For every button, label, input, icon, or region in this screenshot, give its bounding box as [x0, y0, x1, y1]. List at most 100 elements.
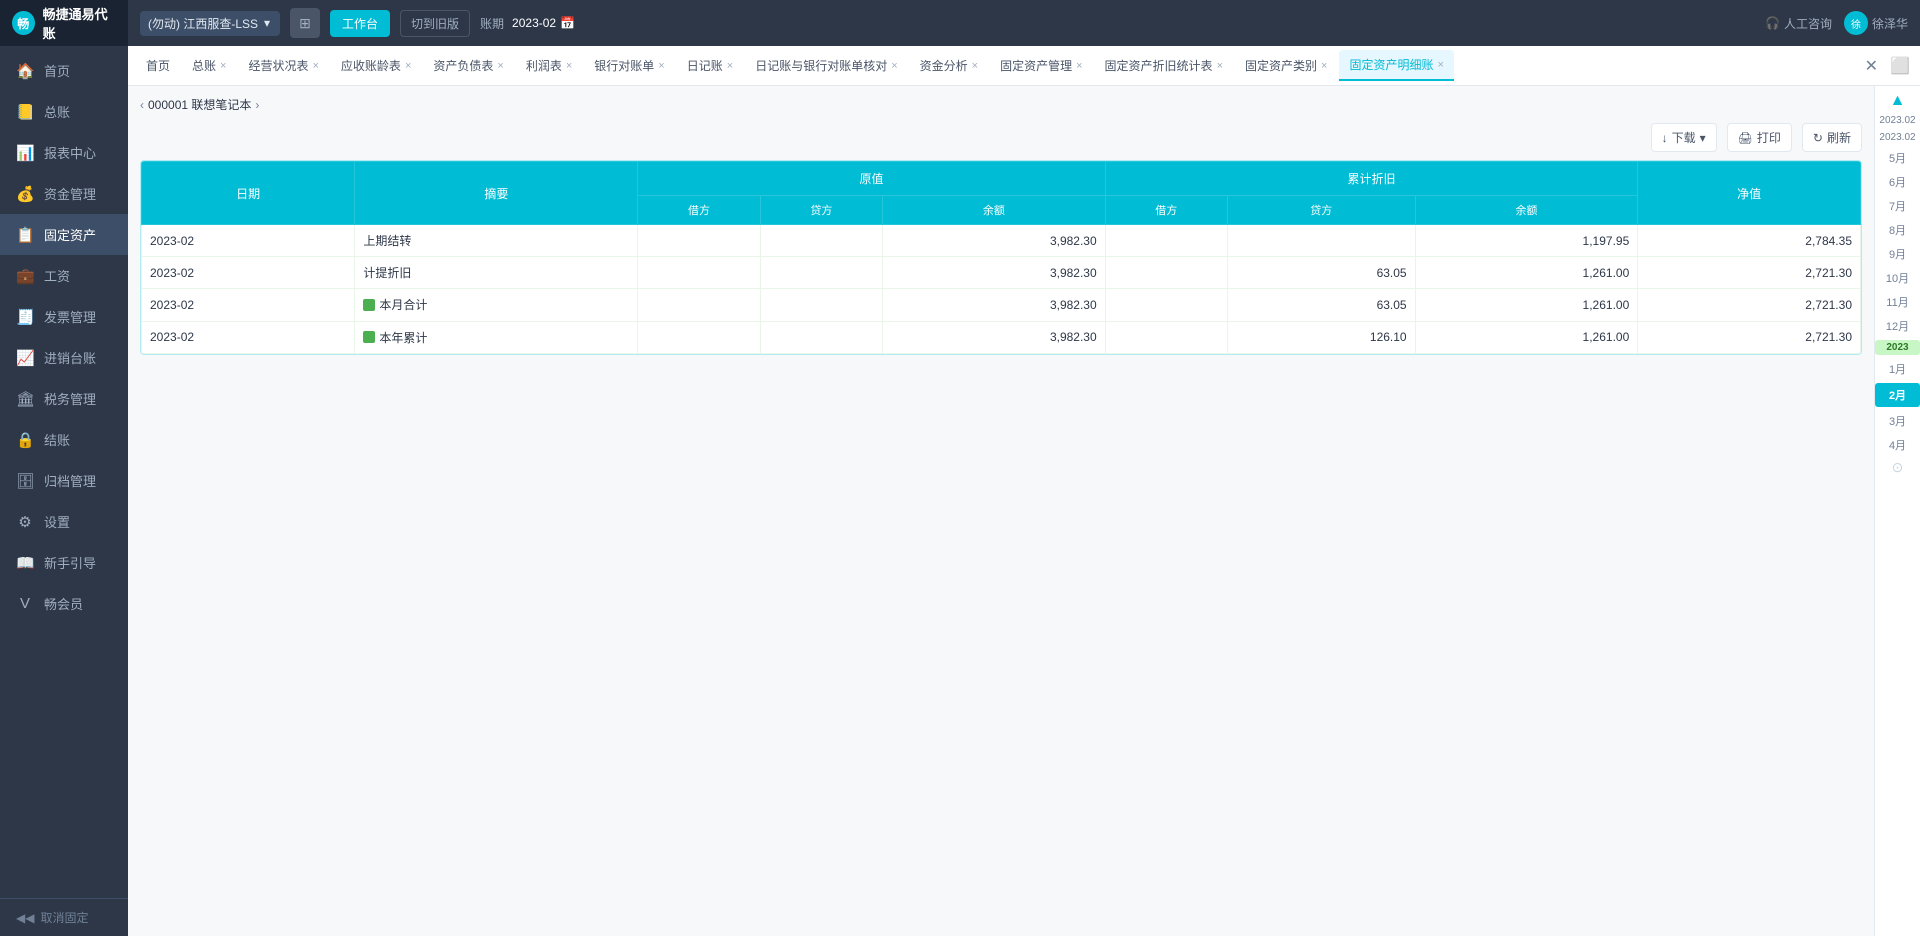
sidebar-item-label: 工资: [44, 266, 70, 285]
tab-balance[interactable]: 资产负债表 ×: [423, 51, 513, 80]
sidebar-item-label: 首页: [44, 61, 70, 80]
sidebar-item-assets[interactable]: 📋 固定资产: [0, 214, 128, 255]
sidebar-item-archive[interactable]: 🗄 归档管理: [0, 460, 128, 501]
sidebar-item-vip[interactable]: V 畅会员: [0, 583, 128, 624]
tab-close-ledger[interactable]: ×: [220, 60, 226, 72]
support-button[interactable]: 🎧 人工咨询: [1765, 15, 1832, 32]
topbar: (勿动) 江西服查-LSS ▾ ⊞ 工作台 切到旧版 账期 2023-02 📅 …: [128, 0, 1920, 46]
download-button[interactable]: ↓ 下载 ▾: [1651, 123, 1717, 152]
company-name: (勿动) 江西服查-LSS: [148, 15, 258, 32]
sidebar-item-settings[interactable]: ⚙ 设置: [0, 501, 128, 542]
timeline-month-7[interactable]: 7月: [1875, 194, 1920, 218]
th-orig-balance: 余额: [883, 196, 1106, 225]
archive-icon: 🗄: [16, 472, 34, 490]
tab-close-cashflow[interactable]: ×: [972, 60, 978, 72]
sidebar-item-label: 进销台账: [44, 348, 96, 367]
sidebar-item-guide[interactable]: 📖 新手引导: [0, 542, 128, 583]
cell-date: 2023-02: [142, 257, 355, 289]
tab-close-reconcile[interactable]: ×: [891, 60, 897, 72]
timeline-year-2023: 2023: [1875, 340, 1920, 355]
tab-reconcile[interactable]: 日记账与银行对账单核对 ×: [745, 51, 907, 80]
timeline-month-4[interactable]: 4月: [1875, 433, 1920, 457]
tab-close-status[interactable]: ×: [312, 60, 318, 72]
close-all-tabs-button[interactable]: ✕: [1863, 54, 1880, 78]
sidebar-item-tax[interactable]: 🏛 税务管理: [0, 378, 128, 419]
tab-profit[interactable]: 利润表 ×: [516, 51, 582, 80]
timeline-month-12[interactable]: 12月: [1875, 314, 1920, 338]
cell-orig-credit: [760, 257, 882, 289]
cell-acc-balance: 1,197.95: [1415, 225, 1638, 257]
switch-version-button[interactable]: 切到旧版: [400, 10, 470, 37]
invoice-icon: 🧾: [16, 308, 34, 326]
calendar-icon[interactable]: 📅: [560, 16, 575, 30]
tab-depreciation[interactable]: 固定资产折旧统计表 ×: [1095, 51, 1233, 80]
table-row: 2023-02 本年累计 3,982.30 126.10 1,261.00 2,…: [142, 321, 1861, 354]
tab-close-profit[interactable]: ×: [566, 60, 572, 72]
sidebar-footer[interactable]: ◀◀ 取消固定: [0, 898, 128, 936]
timeline-month-1[interactable]: 1月: [1875, 357, 1920, 381]
period-label: 账期 2023-02 📅: [480, 15, 575, 32]
sidebar-item-reports[interactable]: 📊 报表中心: [0, 132, 128, 173]
timeline-month-10[interactable]: 10月: [1875, 266, 1920, 290]
right-timeline-panel: ▲ 2023.02 2023.02 5月 6月 7月 8月 9月 10月 11月…: [1874, 86, 1920, 936]
sidebar-item-invoice[interactable]: 🧾 发票管理: [0, 296, 128, 337]
timeline-month-2-active[interactable]: 2月: [1875, 383, 1920, 407]
th-description: 摘要: [355, 162, 638, 225]
asset-detail-table: 日期 摘要 原值 累计折旧 净值 借方 贷方 余额 借方 贷方 余额: [140, 160, 1862, 355]
copy-button[interactable]: ⊞: [290, 8, 320, 38]
sidebar-item-home[interactable]: 🏠 首页: [0, 50, 128, 91]
breadcrumb-prev[interactable]: ‹: [140, 98, 144, 112]
tab-close-asset-mgmt[interactable]: ×: [1076, 60, 1082, 72]
th-net-value: 净值: [1638, 162, 1861, 225]
sidebar-nav: 🏠 首页 📒 总账 📊 报表中心 💰 资金管理 📋 固定资产 💼 工资 🧾 发票…: [0, 46, 128, 898]
tab-asset-detail[interactable]: 固定资产明细账 ×: [1339, 50, 1453, 81]
th-accumulated-depreciation: 累计折旧: [1105, 162, 1638, 196]
tab-close-asset-detail[interactable]: ×: [1437, 59, 1443, 71]
refresh-button[interactable]: ↻ 刷新: [1802, 123, 1862, 152]
timeline-month-9[interactable]: 9月: [1875, 242, 1920, 266]
user-profile[interactable]: 徐 徐泽华: [1844, 11, 1908, 35]
sidebar-item-closing[interactable]: 🔒 结账: [0, 419, 128, 460]
timeline-month-5[interactable]: 5月: [1875, 146, 1920, 170]
tab-asset-type[interactable]: 固定资产类别 ×: [1235, 51, 1337, 80]
timeline-month-6[interactable]: 6月: [1875, 170, 1920, 194]
tab-ledger[interactable]: 总账 ×: [182, 51, 236, 80]
breadcrumb-next[interactable]: ›: [255, 98, 259, 112]
tab-close-journal[interactable]: ×: [727, 60, 733, 72]
th-acc-credit: 贷方: [1227, 196, 1415, 225]
timeline-month-8[interactable]: 8月: [1875, 218, 1920, 242]
sales-icon: 📈: [16, 349, 34, 367]
timeline-month-3[interactable]: 3月: [1875, 409, 1920, 433]
print-button[interactable]: 🖨 打印: [1727, 123, 1792, 152]
tab-close-bank[interactable]: ×: [658, 60, 664, 72]
tab-bank[interactable]: 银行对账单 ×: [584, 51, 674, 80]
cell-net-value: 2,784.35: [1638, 225, 1861, 257]
sidebar-item-payroll[interactable]: 💼 工资: [0, 255, 128, 296]
tab-close-receivable[interactable]: ×: [405, 60, 411, 72]
tab-close-asset-type[interactable]: ×: [1321, 60, 1327, 72]
tab-close-balance[interactable]: ×: [497, 60, 503, 72]
cell-description: 本年累计: [355, 321, 638, 354]
tab-asset-mgmt[interactable]: 固定资产管理 ×: [990, 51, 1092, 80]
company-selector[interactable]: (勿动) 江西服查-LSS ▾: [140, 11, 280, 36]
tab-home[interactable]: 首页: [136, 51, 180, 80]
sidebar-item-capital[interactable]: 💰 资金管理: [0, 173, 128, 214]
tab-journal[interactable]: 日记账 ×: [677, 51, 743, 80]
th-original-value: 原值: [638, 162, 1105, 196]
pin-icon: ◀◀: [16, 911, 34, 925]
tab-cashflow[interactable]: 资金分析 ×: [910, 51, 988, 80]
cell-acc-credit: 63.05: [1227, 257, 1415, 289]
sidebar-item-ledger[interactable]: 📒 总账: [0, 91, 128, 132]
workbench-button[interactable]: 工作台: [330, 10, 390, 37]
tab-receivable[interactable]: 应收账龄表 ×: [331, 51, 421, 80]
timeline-month-11[interactable]: 11月: [1875, 290, 1920, 314]
sidebar-item-sales[interactable]: 📈 进销台账: [0, 337, 128, 378]
cell-net-value: 2,721.30: [1638, 289, 1861, 322]
maximize-button[interactable]: ⬜: [1888, 54, 1912, 78]
sidebar-item-label: 结账: [44, 430, 70, 449]
tab-status[interactable]: 经营状况表 ×: [238, 51, 328, 80]
tax-icon: 🏛: [16, 390, 34, 408]
tabbar: 首页 总账 × 经营状况表 × 应收账龄表 × 资产负债表 × 利润表 × 银行…: [128, 46, 1920, 86]
timeline-up-arrow[interactable]: ▲: [1888, 90, 1908, 112]
tab-close-depreciation[interactable]: ×: [1217, 60, 1223, 72]
